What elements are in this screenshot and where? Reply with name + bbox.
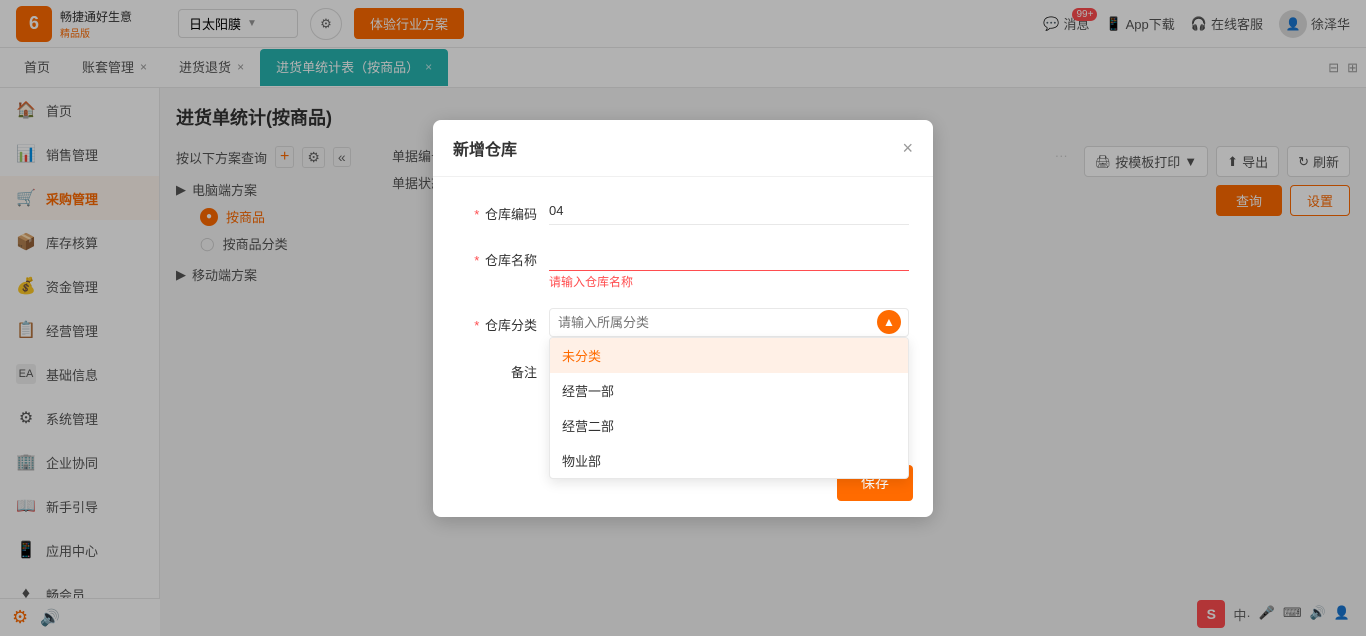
code-field-wrap [549,197,909,225]
name-error-msg: 请输入仓库名称 [549,273,909,290]
name-label: * 仓库名称 [457,243,537,269]
modal-body: * 仓库编码 * 仓库名称 请输入仓库名称 [433,177,933,453]
dropdown-item-1[interactable]: 经营一部 [550,373,908,408]
modal-title: 新增仓库 [453,136,517,160]
dropdown-item-3[interactable]: 物业部 [550,443,908,478]
dropdown-item-0[interactable]: 未分类 [550,338,908,373]
code-label: * 仓库编码 [457,197,537,223]
category-label: * 仓库分类 [457,308,537,334]
name-input[interactable] [549,243,909,271]
category-input[interactable] [549,308,909,337]
select-arrow-icon[interactable]: ▲ [877,310,901,334]
name-field-wrap: 请输入仓库名称 [549,243,909,290]
modal-dialog: 新增仓库 × * 仓库编码 * 仓库名称 [433,120,933,517]
category-dropdown: 未分类 经营一部 经营二部 物业部 [549,337,909,479]
modal-header: 新增仓库 × [433,120,933,177]
form-row-code: * 仓库编码 [457,197,909,225]
form-row-category: * 仓库分类 ▲ 未分类 经营一部 经营二部 物业部 [457,308,909,337]
category-select-wrap: ▲ 未分类 经营一部 经营二部 物业部 [549,308,909,337]
dropdown-item-2[interactable]: 经营二部 [550,408,908,443]
modal-overlay[interactable]: 新增仓库 × * 仓库编码 * 仓库名称 [0,0,1366,636]
notes-label: 备注 [457,355,537,381]
modal-close-button[interactable]: × [902,139,913,157]
code-input[interactable] [549,197,909,225]
form-row-name: * 仓库名称 请输入仓库名称 [457,243,909,290]
